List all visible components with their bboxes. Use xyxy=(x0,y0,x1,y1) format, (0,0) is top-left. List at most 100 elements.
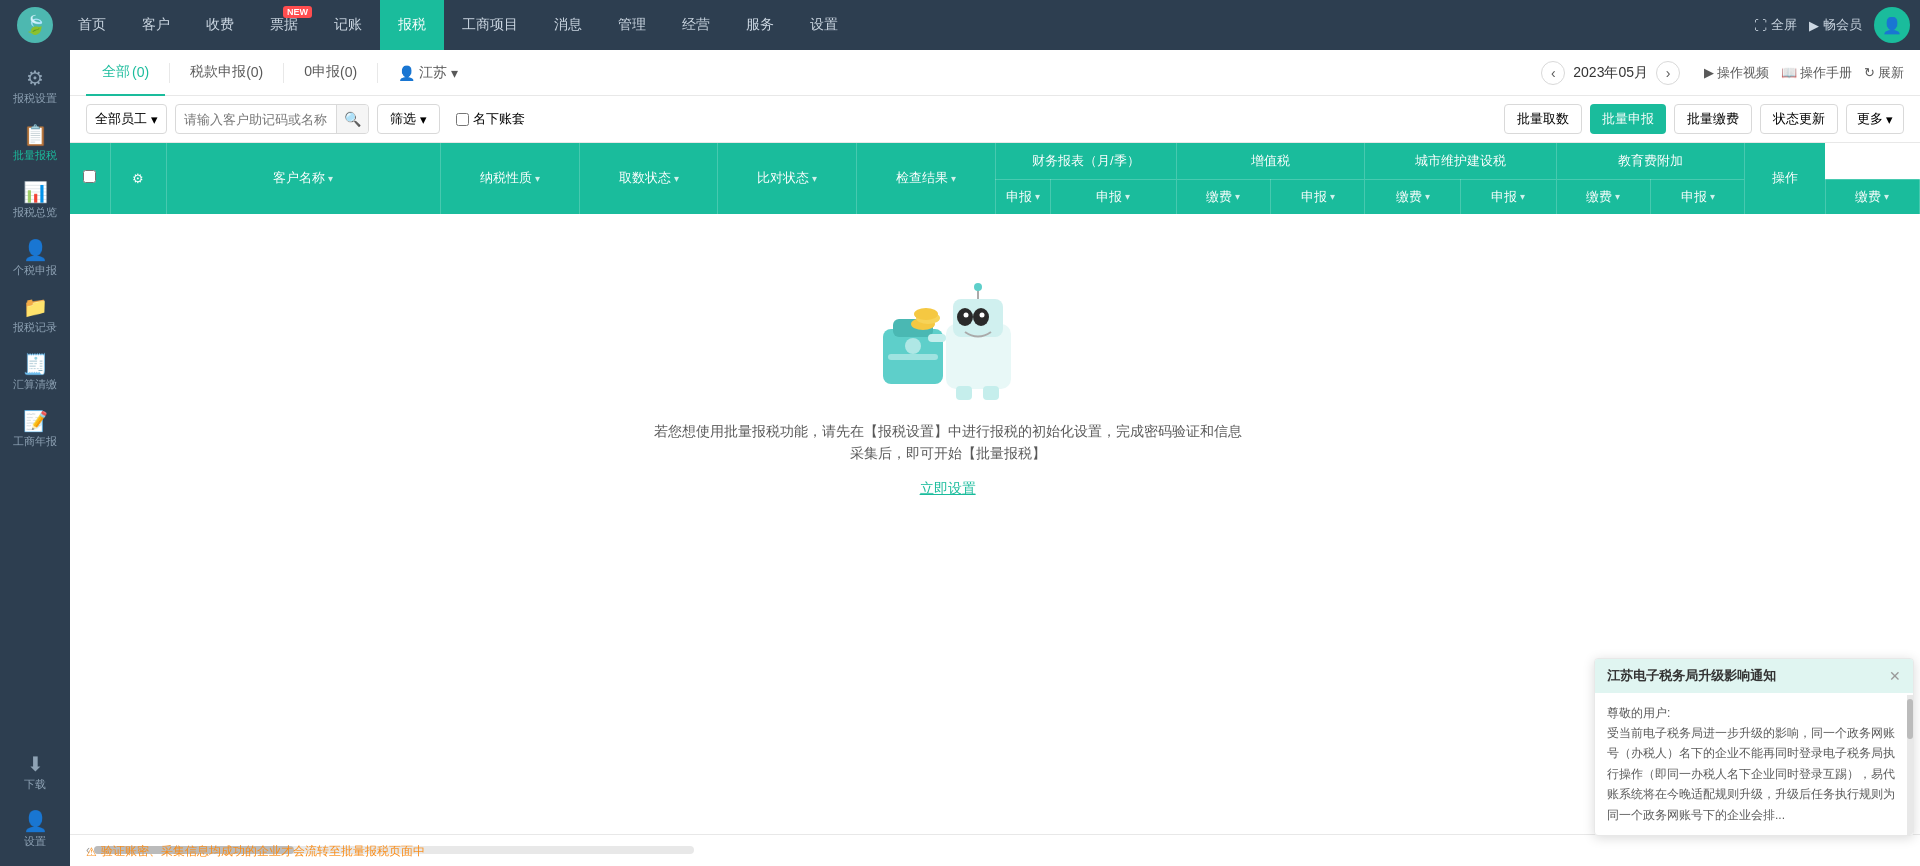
sidebar-label: 批量报税 xyxy=(13,149,57,162)
th-vat: 增值税 xyxy=(1176,143,1364,179)
sidebar-icon: 📁 xyxy=(23,297,48,317)
sidebar-icon: 👤 xyxy=(23,240,48,260)
fullscreen-btn[interactable]: ⛶ 全屏 xyxy=(1754,16,1797,34)
batch-pay-btn[interactable]: 批量缴费 xyxy=(1674,104,1752,134)
more-btn[interactable]: 更多 ▾ xyxy=(1846,104,1904,134)
search-button[interactable]: 🔍 xyxy=(336,104,368,134)
th-operation: 操作 xyxy=(1745,143,1825,214)
search-input[interactable] xyxy=(176,112,336,127)
nav-item-工商项目[interactable]: 工商项目 xyxy=(444,0,536,50)
notification-close-btn[interactable]: ✕ xyxy=(1889,668,1901,684)
sidebar-item-报税设置[interactable]: ⚙报税设置 xyxy=(0,58,70,115)
sidebar-item-报税记录[interactable]: 📁 报税记录 xyxy=(0,287,70,344)
sidebar-label: 工商年报 xyxy=(13,435,57,448)
sidebar-item-汇算清缴[interactable]: 🧾汇算清缴 xyxy=(0,344,70,401)
subaccount-checkbox-label[interactable]: 名下账套 xyxy=(456,110,525,128)
operation-video-link[interactable]: ▶ 操作视频 xyxy=(1704,64,1769,82)
refresh-link[interactable]: ↻ 展新 xyxy=(1864,64,1904,82)
region-selector[interactable]: 👤 江苏 ▾ xyxy=(398,64,458,82)
manual-icon: 📖 xyxy=(1781,65,1797,80)
nav-item-消息[interactable]: 消息 xyxy=(536,0,600,50)
th-client-name: 客户名称▾ xyxy=(167,143,441,214)
batch-declare-btn[interactable]: 批量申报 xyxy=(1590,104,1666,134)
sidebar-item-报税总览[interactable]: 📊 报税总览 xyxy=(0,172,70,229)
tab-divider-1 xyxy=(169,63,170,83)
nav-item-报税[interactable]: 报税 xyxy=(380,0,444,50)
nav-item-客户[interactable]: 客户 xyxy=(124,0,188,50)
next-month-btn[interactable]: › xyxy=(1656,61,1680,85)
nav-items: 首页客户收费票据NEW记账报税工商项目消息管理经营服务设置 xyxy=(60,0,1754,50)
notification-body: 尊敬的用户: 受当前电子税务局进一步升级的影响，同一个政务网账号（办税人）名下的… xyxy=(1595,693,1913,835)
notification-header: 江苏电子税务局升级影响通知 ✕ xyxy=(1595,659,1913,693)
filter-icon-check: ▾ xyxy=(951,173,956,184)
sidebar: ⚙报税设置📋批量报税 📊 报税总览 👤 个税申报 📁 报税记录 🧾汇算清缴📝工商年报 ⬇下载👤设… xyxy=(0,50,70,866)
sidebar-item-个税申报[interactable]: 👤 个税申报 xyxy=(0,230,70,287)
filter-button[interactable]: 筛选 ▾ xyxy=(377,104,440,134)
nav-item-管理[interactable]: 管理 xyxy=(600,0,664,50)
sidebar-label: 报税总览 xyxy=(13,206,57,219)
region-icon: 👤 xyxy=(398,65,415,81)
svg-rect-15 xyxy=(928,334,946,342)
sidebar-bottom-item-设置[interactable]: 👤设置 xyxy=(19,801,52,858)
svg-rect-16 xyxy=(956,386,972,400)
data-table: ⚙ 客户名称▾ 纳税性质▾ 取数状态▾ 比对状态▾ xyxy=(70,143,1920,558)
current-date: 2023年05月 xyxy=(1573,64,1648,82)
sidebar-label: 个税申报 xyxy=(13,264,57,277)
vip-icon: ▶ xyxy=(1809,18,1819,33)
nav-item-收费[interactable]: 收费 xyxy=(188,0,252,50)
prev-month-btn[interactable]: ‹ xyxy=(1541,61,1565,85)
toolbar: 全部员工 ▾ 🔍 筛选 ▾ 名下账套 批量取数 批量申报 批量缴费 状态更新 xyxy=(70,96,1920,143)
notification-scrollbar xyxy=(1907,695,1913,835)
empty-state-text: 若您想使用批量报税功能，请先在【报税设置】中进行报税的初始化设置，完成密码验证和… xyxy=(648,420,1248,465)
top-navigation: 🍃 首页客户收费票据NEW记账报税工商项目消息管理经营服务设置 ⛶ 全屏 ▶ 畅… xyxy=(0,0,1920,50)
fullscreen-icon: ⛶ xyxy=(1754,18,1767,33)
subaccount-checkbox[interactable] xyxy=(456,113,469,126)
nav-item-服务[interactable]: 服务 xyxy=(728,0,792,50)
sidebar-bottom-icon: ⬇ xyxy=(27,754,44,774)
operation-manual-link[interactable]: 📖 操作手册 xyxy=(1781,64,1852,82)
toolbar-right-actions: 批量取数 批量申报 批量缴费 状态更新 更多 ▾ xyxy=(1504,104,1904,134)
warning-text: 验证账密、采集信息均成功的企业才会流转至批量报税页面中 xyxy=(101,843,425,860)
tab-all[interactable]: 全部(0) xyxy=(86,50,165,96)
nav-right-actions: ⛶ 全屏 ▶ 畅会员 👤 xyxy=(1754,7,1910,43)
nav-item-记账[interactable]: 记账 xyxy=(316,0,380,50)
th-edu-pay: 缴费▾ xyxy=(1556,179,1650,214)
th-checkbox xyxy=(70,143,110,214)
tab-bar: 全部(0) 税款申报(0) 0申报(0) 👤 江苏 ▾ ‹ 2023年05月 › xyxy=(70,50,1920,96)
sidebar-item-批量报税[interactable]: 📋批量报税 xyxy=(0,115,70,172)
nav-item-票据[interactable]: 票据NEW xyxy=(252,0,316,50)
nav-item-设置[interactable]: 设置 xyxy=(792,0,856,50)
th-vat-declare: 申报▾ xyxy=(1050,179,1176,214)
nav-item-经营[interactable]: 经营 xyxy=(664,0,728,50)
select-all-checkbox[interactable] xyxy=(83,170,96,183)
th-gear: ⚙ xyxy=(110,143,167,214)
nav-badge-票据: NEW xyxy=(283,6,312,18)
svg-point-2 xyxy=(905,338,921,354)
th-edu-surcharge-pay: 缴费▾ xyxy=(1825,179,1919,214)
th-check-result: 检查结果▾ xyxy=(857,143,996,214)
th-vat-pay: 缴费▾ xyxy=(1176,179,1270,214)
nav-item-首页[interactable]: 首页 xyxy=(60,0,124,50)
th-financial-declare: 申报▾ xyxy=(995,179,1050,214)
empty-state-row: 若您想使用批量报税功能，请先在【报税设置】中进行报税的初始化设置，完成密码验证和… xyxy=(70,214,1920,559)
setup-link[interactable]: 立即设置 xyxy=(920,480,976,498)
warning-icon: ⚠ xyxy=(86,845,97,859)
sidebar-label: 报税设置 xyxy=(13,92,57,105)
sidebar-bottom-item-下载[interactable]: ⬇下载 xyxy=(19,744,52,801)
vip-btn[interactable]: ▶ 畅会员 xyxy=(1809,16,1862,34)
batch-fetch-btn[interactable]: 批量取数 xyxy=(1504,104,1582,134)
th-tax-type: 纳税性质▾ xyxy=(440,143,579,214)
th-education-surcharge: 教育费附加 xyxy=(1556,143,1744,179)
video-icon: ▶ xyxy=(1704,65,1714,80)
th-city-declare: 申报▾ xyxy=(1270,179,1364,214)
tab-divider-3 xyxy=(377,63,378,83)
tab-zero-declare[interactable]: 0申报(0) xyxy=(288,50,373,96)
status-update-btn[interactable]: 状态更新 xyxy=(1760,104,1838,134)
sidebar-item-工商年报[interactable]: 📝工商年报 xyxy=(0,401,70,458)
employee-selector[interactable]: 全部员工 ▾ xyxy=(86,104,167,134)
user-avatar[interactable]: 👤 xyxy=(1874,7,1910,43)
tab-tax-declare[interactable]: 税款申报(0) xyxy=(174,50,279,96)
app-logo[interactable]: 🍃 xyxy=(10,0,60,50)
sidebar-label: 报税记录 xyxy=(13,321,57,334)
sidebar-icon: 📊 xyxy=(23,182,48,202)
